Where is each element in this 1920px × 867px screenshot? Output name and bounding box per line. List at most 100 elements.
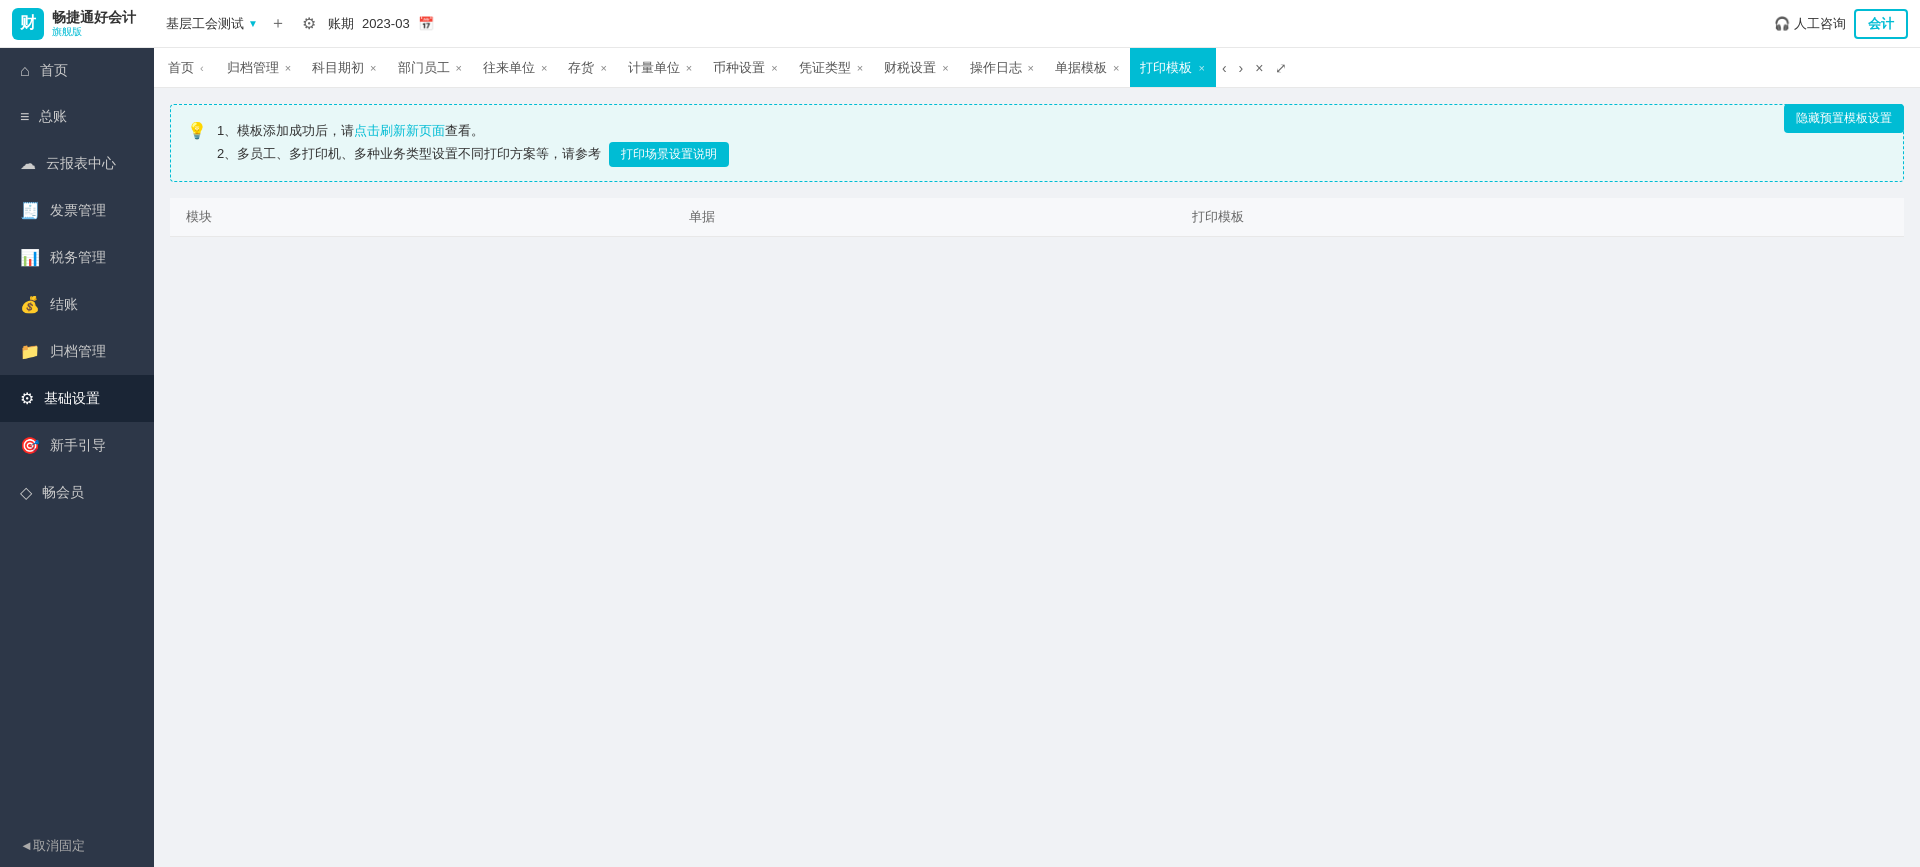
tab-prev-button[interactable]: ‹ bbox=[1216, 56, 1233, 80]
sidebar-item-label: 发票管理 bbox=[50, 202, 106, 220]
tab-close-all-button[interactable]: × bbox=[1249, 56, 1269, 80]
sidebar-item-ledger[interactable]: ≡ 总账 bbox=[0, 94, 154, 140]
hide-template-btn[interactable]: 隐藏预置模板设置 bbox=[1784, 104, 1904, 133]
close-icon[interactable]: × bbox=[1113, 62, 1119, 74]
close-icon[interactable]: × bbox=[686, 62, 692, 74]
content-area: 首页 ‹ 归档管理 × 科目期初 × 部门员工 × 往来单位 × 存货 × bbox=[154, 48, 1920, 867]
col-module: 模块 bbox=[170, 198, 673, 237]
close-icon[interactable]: × bbox=[1028, 62, 1034, 74]
table-header-row: 模块 单据 打印模板 bbox=[170, 198, 1904, 237]
print-template-table: 模块 单据 打印模板 bbox=[170, 198, 1904, 237]
tab-label: 打印模板 bbox=[1140, 59, 1192, 77]
add-company-button[interactable]: ＋ bbox=[266, 9, 290, 38]
sidebar-item-reports[interactable]: ☁ 云报表中心 bbox=[0, 140, 154, 187]
tab-receipt[interactable]: 单据模板 × bbox=[1045, 48, 1130, 88]
refresh-link[interactable]: 点击刷新新页面 bbox=[354, 123, 445, 138]
tab-label: 操作日志 bbox=[970, 59, 1022, 77]
sidebar-item-label: 首页 bbox=[40, 62, 68, 80]
sidebar-item-label: 总账 bbox=[39, 108, 67, 126]
sidebar-item-home[interactable]: ⌂ 首页 bbox=[0, 48, 154, 94]
tax-icon: 📊 bbox=[20, 248, 40, 267]
logo-area: 财 畅捷通好会计 旗舰版 bbox=[12, 8, 166, 40]
tab-expand-button[interactable]: ⤢ bbox=[1269, 56, 1293, 80]
tab-voucher[interactable]: 凭证类型 × bbox=[789, 48, 874, 88]
kuaiji-button[interactable]: 会计 bbox=[1854, 9, 1908, 39]
logo-main: 畅捷通好会计 bbox=[52, 9, 136, 26]
company-selector[interactable]: 基层工会测试 ▼ bbox=[166, 15, 258, 33]
tab-label: 部门员工 bbox=[398, 59, 450, 77]
tab-label: 凭证类型 bbox=[799, 59, 851, 77]
archive-icon: 📁 bbox=[20, 342, 40, 361]
col-receipt: 单据 bbox=[673, 198, 1176, 237]
ledger-icon: ≡ bbox=[20, 108, 29, 126]
sidebar-item-settlement[interactable]: 💰 结账 bbox=[0, 281, 154, 328]
sidebar-item-label: 结账 bbox=[50, 296, 78, 314]
info-text: 1、模板添加成功后，请点击刷新新页面查看。 2、多员工、多打印机、多种业务类型设… bbox=[217, 119, 729, 167]
close-icon[interactable]: × bbox=[456, 62, 462, 74]
tab-currency[interactable]: 币种设置 × bbox=[703, 48, 788, 88]
tab-label: 财税设置 bbox=[884, 59, 936, 77]
tab-customer[interactable]: 往来单位 × bbox=[473, 48, 558, 88]
tab-log[interactable]: 操作日志 × bbox=[960, 48, 1045, 88]
home-icon: ⌂ bbox=[20, 62, 30, 80]
settings-icon[interactable]: ⚙ bbox=[298, 10, 320, 37]
tab-print[interactable]: 打印模板 × bbox=[1130, 48, 1215, 88]
close-icon[interactable]: × bbox=[942, 62, 948, 74]
page-content: 隐藏预置模板设置 💡 1、模板添加成功后，请点击刷新新页面查看。 2、多员工、多… bbox=[154, 88, 1920, 867]
invoice-icon: 🧾 bbox=[20, 201, 40, 220]
tab-inventory[interactable]: 存货 × bbox=[558, 48, 617, 88]
close-icon[interactable]: × bbox=[600, 62, 606, 74]
sidebar-item-vip[interactable]: ◇ 畅会员 bbox=[0, 469, 154, 516]
main-layout: ⌂ 首页 ≡ 总账 ☁ 云报表中心 🧾 发票管理 📊 税务管理 💰 结账 📁 归… bbox=[0, 48, 1920, 867]
sidebar-item-label: 畅会员 bbox=[42, 484, 84, 502]
sidebar-item-label: 新手引导 bbox=[50, 437, 106, 455]
close-icon[interactable]: × bbox=[541, 62, 547, 74]
tab-separator: ‹ bbox=[198, 62, 206, 74]
close-icon[interactable]: × bbox=[285, 62, 291, 74]
tab-bar: 首页 ‹ 归档管理 × 科目期初 × 部门员工 × 往来单位 × 存货 × bbox=[154, 48, 1920, 88]
period-value: 2023-03 bbox=[362, 16, 410, 31]
sidebar-item-archive[interactable]: 📁 归档管理 bbox=[0, 328, 154, 375]
tab-home[interactable]: 首页 ‹ bbox=[158, 48, 217, 88]
tab-label: 计量单位 bbox=[628, 59, 680, 77]
top-bar-right: 🎧 人工咨询 会计 bbox=[1774, 9, 1908, 39]
logo-sub: 旗舰版 bbox=[52, 26, 136, 38]
print-scene-btn[interactable]: 打印场景设置说明 bbox=[609, 142, 729, 167]
tab-label: 往来单位 bbox=[483, 59, 535, 77]
top-bar-middle: 基层工会测试 ▼ ＋ ⚙ 账期 2023-03 📅 bbox=[166, 9, 1774, 38]
sidebar-item-invoice[interactable]: 🧾 发票管理 bbox=[0, 187, 154, 234]
tab-label: 币种设置 bbox=[713, 59, 765, 77]
calendar-icon[interactable]: 📅 bbox=[418, 16, 434, 31]
tab-subject[interactable]: 科目期初 × bbox=[302, 48, 387, 88]
tab-finance[interactable]: 财税设置 × bbox=[874, 48, 959, 88]
close-icon[interactable]: × bbox=[370, 62, 376, 74]
sidebar-item-tax[interactable]: 📊 税务管理 bbox=[0, 234, 154, 281]
close-icon[interactable]: × bbox=[857, 62, 863, 74]
tab-archive[interactable]: 归档管理 × bbox=[217, 48, 302, 88]
sidebar-item-guide[interactable]: 🎯 新手引导 bbox=[0, 422, 154, 469]
tab-label: 单据模板 bbox=[1055, 59, 1107, 77]
tab-unit[interactable]: 计量单位 × bbox=[618, 48, 703, 88]
unpin-label: ◄取消固定 bbox=[20, 837, 85, 855]
sidebar-item-label: 归档管理 bbox=[50, 343, 106, 361]
company-name: 基层工会测试 bbox=[166, 15, 244, 33]
bulb-icon: 💡 bbox=[187, 121, 207, 140]
customer-service-btn[interactable]: 🎧 人工咨询 bbox=[1774, 15, 1846, 33]
tab-department[interactable]: 部门员工 × bbox=[388, 48, 473, 88]
vip-icon: ◇ bbox=[20, 483, 32, 502]
info-line1: 1、模板添加成功后，请点击刷新新页面查看。 bbox=[217, 119, 729, 142]
logo-icon: 财 bbox=[12, 8, 44, 40]
sidebar-item-settings[interactable]: ⚙ 基础设置 bbox=[0, 375, 154, 422]
sidebar: ⌂ 首页 ≡ 总账 ☁ 云报表中心 🧾 发票管理 📊 税务管理 💰 结账 📁 归… bbox=[0, 48, 154, 867]
customer-service-label: 人工咨询 bbox=[1794, 15, 1846, 33]
close-icon[interactable]: × bbox=[771, 62, 777, 74]
gear-icon: ⚙ bbox=[20, 389, 34, 408]
chevron-down-icon: ▼ bbox=[248, 18, 258, 29]
col-print-template: 打印模板 bbox=[1176, 198, 1904, 237]
sidebar-item-label: 云报表中心 bbox=[46, 155, 116, 173]
headset-icon: 🎧 bbox=[1774, 16, 1790, 31]
close-icon[interactable]: × bbox=[1198, 62, 1204, 74]
unpin-sidebar-btn[interactable]: ◄取消固定 bbox=[0, 825, 154, 867]
settlement-icon: 💰 bbox=[20, 295, 40, 314]
tab-next-button[interactable]: › bbox=[1233, 56, 1250, 80]
